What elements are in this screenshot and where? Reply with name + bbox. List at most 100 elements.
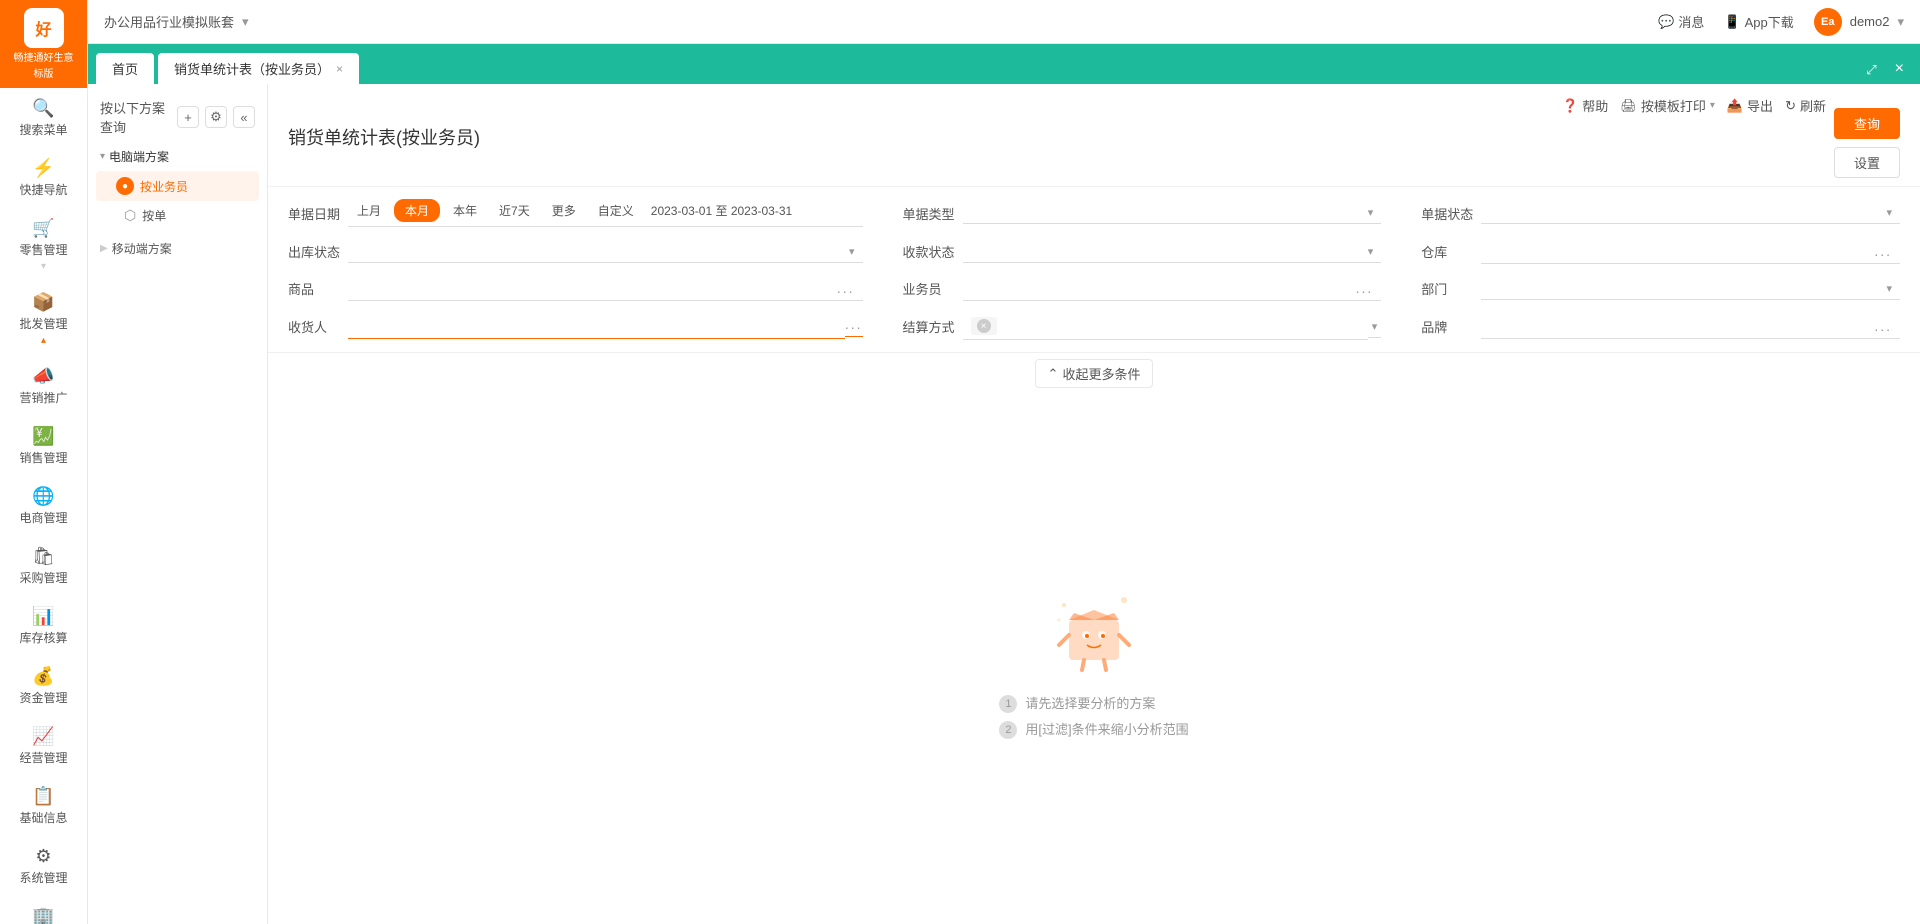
mobile-section-header[interactable]: ▶ 移动端方案 [96,234,259,263]
left-panel-header: 按以下方案查询 + ⚙ « [88,92,267,142]
filter-brand: 品牌 ... [1421,314,1900,339]
empty-state: 1 请先选择要分析的方案 2 用[过滤]条件来缩小分析范围 [268,394,1920,924]
tab-home[interactable]: 首页 [96,53,154,84]
scheme-order-label: 按单 [142,207,166,224]
dept-select[interactable]: ▾ [1481,278,1900,300]
filter-out-status: 出库状态 ▾ [288,241,863,263]
topbar-right: 💬 消息 📱 App下载 Ea demo2 ▾ [1658,8,1904,36]
settings-scheme-btn[interactable]: ⚙ [205,106,227,128]
warehouse-select[interactable]: ... [1481,239,1900,264]
goods-select[interactable]: ... [348,276,863,301]
page-actions: ❓ 帮助 🖨 按模板打印 ▾ 📤 导出 ↻ [1562,96,1826,115]
collapse-bar: ⌃ 收起更多条件 [268,353,1920,394]
app-download-btn[interactable]: 📱 App下载 [1724,12,1793,31]
logo-sub: 标版 [34,65,54,80]
doc-status-label: 单据状态 [1421,204,1481,223]
scheme-salesperson-label: 按业务员 [140,178,188,195]
mobile-section: ▶ 移动端方案 [88,234,267,263]
date-filter-options: 上月 本月 本年 近7天 更多 自定义 2023-03-01 至 2023-03… [348,199,863,227]
sidebar-item-system[interactable]: ⚙ 系统管理 [0,836,87,896]
setting-button[interactable]: 设置 [1834,147,1900,178]
doc-status-select[interactable]: ▾ [1481,202,1900,224]
sidebar-item-marketing[interactable]: 📣 营销推广 [0,356,87,416]
collapse-label: 收起更多条件 [1062,364,1140,383]
sidebar-item-label: 库存核算 [4,629,83,646]
date-more-btn[interactable]: 更多 [543,199,585,222]
filter-doc-status: 单据状态 ▾ [1421,202,1900,224]
dropdown-arrow[interactable]: ▾ [242,14,249,30]
message-label: 消息 [1678,12,1704,31]
collapse-more-btn[interactable]: ⌃ 收起更多条件 [1035,359,1154,388]
tab-sales-stat[interactable]: 销货单统计表（按业务员） × [158,53,359,84]
sidebar-item-ecommerce[interactable]: 🌐 电商管理 [0,476,87,536]
pc-section-header[interactable]: ▾ 电脑端方案 [96,142,259,171]
system-icon: ⚙ [4,846,83,867]
export-icon: 📤 [1727,98,1743,114]
brand-select[interactable]: ... [1481,314,1900,339]
filter-consignee: 收货人 ... [288,315,863,339]
empty-illustration [1044,575,1144,675]
settlement-select[interactable]: × [963,313,1368,340]
sidebar-item-sales[interactable]: 💹 销售管理 [0,416,87,476]
settlement-arrow-icon: ▾ [1368,316,1382,338]
filter-doc-type: 单据类型 ▾ [903,202,1382,224]
sidebar-item-finance[interactable]: 💰 资金管理 [0,656,87,716]
avatar: Ea [1814,8,1842,36]
scheme-by-order[interactable]: ⬡ 按单 [96,201,259,230]
goods-dots: ... [837,280,855,296]
message-btn[interactable]: 💬 消息 [1658,12,1704,31]
export-btn[interactable]: 📤 导出 [1727,96,1773,115]
collapse-arrow-icon: ⌃ [1048,366,1059,382]
settlement-x-btn[interactable]: × [977,319,991,333]
add-scheme-btn[interactable]: + [177,106,199,128]
scheme-by-salesperson[interactable]: ● 按业务员 [96,171,259,201]
date-this-year-btn[interactable]: 本年 [444,199,486,222]
sidebar-item-search[interactable]: 🔍 搜索菜单 [0,88,87,148]
inventory-icon: 📊 [4,606,83,627]
payment-status-select[interactable]: ▾ [963,241,1382,263]
collapse-panel-btn[interactable]: « [233,106,255,128]
sidebar-item-enterprise[interactable]: 🏢 企业协同 [0,896,87,924]
sidebar-item-purchase[interactable]: 🛍 采购管理 [0,536,87,596]
sidebar-item-base-info[interactable]: 📋 基础信息 [0,776,87,836]
consignee-input[interactable] [348,315,845,339]
tab-close-all-btn[interactable]: × [1887,54,1912,84]
sidebar-item-operations[interactable]: 📈 经营管理 [0,716,87,776]
salesperson-select[interactable]: ... [963,276,1382,301]
ecommerce-icon: 🌐 [4,486,83,507]
sidebar-item-quick-nav[interactable]: ⚡ 快捷导航 [0,148,87,208]
query-button[interactable]: 查询 [1834,108,1900,139]
template-print-btn[interactable]: 🖨 按模板打印 ▾ [1620,96,1715,115]
content-area: 按以下方案查询 + ⚙ « ▾ 电脑端方案 ● 按业务员 ⬡ 按 [88,84,1920,924]
mobile-section-label: 移动端方案 [112,240,172,257]
help-btn[interactable]: ❓ 帮助 [1562,96,1608,115]
date-last-month-btn[interactable]: 上月 [348,199,390,222]
empty-steps: 1 请先选择要分析的方案 2 用[过滤]条件来缩小分析范围 [999,691,1188,743]
doc-type-select[interactable]: ▾ [963,202,1382,224]
filter-row-1: 单据日期 上月 本月 本年 近7天 更多 自定义 2023-03-01 至 20… [288,199,1900,227]
out-status-select[interactable]: ▾ [348,241,863,263]
tab-expand-btn[interactable]: ⤢ [1856,56,1886,84]
user-menu[interactable]: Ea demo2 ▾ [1814,8,1904,36]
page-header: 销货单统计表(按业务员) ❓ 帮助 🖨 按模板打印 ▾ 📤 [268,84,1920,187]
date-custom-btn[interactable]: 自定义 [589,199,643,222]
sidebar-item-wholesale[interactable]: 📦 批发管理 ▴ [0,282,87,356]
filter-row-4: 收货人 ... 结算方式 × ▾ [288,313,1900,340]
date-last7-btn[interactable]: 近7天 [490,199,539,222]
brand-dots: ... [1874,318,1892,334]
expand-icon: ⤢ [1866,62,1876,78]
print-dropdown-arrow: ▾ [1710,100,1715,111]
refresh-btn[interactable]: ↻ 刷新 [1785,96,1826,115]
app-logo[interactable]: 好 畅捷通好生意 标版 [0,0,87,88]
date-this-month-btn[interactable]: 本月 [394,199,440,222]
tab-close-icon[interactable]: × [336,62,343,76]
consignee-dots[interactable]: ... [845,316,863,337]
out-status-arrow-icon: ▾ [849,245,855,258]
order-icon: ⬡ [124,207,136,224]
operations-icon: 📈 [4,726,83,747]
step1-text: 请先选择要分析的方案 [1025,691,1155,717]
sidebar-item-inventory[interactable]: 📊 库存核算 [0,596,87,656]
sidebar-item-retail[interactable]: 🛒 零售管理 ▾ [0,208,87,282]
step2-text: 用[过滤]条件来缩小分析范围 [1025,717,1188,743]
refresh-label: 刷新 [1800,96,1826,115]
